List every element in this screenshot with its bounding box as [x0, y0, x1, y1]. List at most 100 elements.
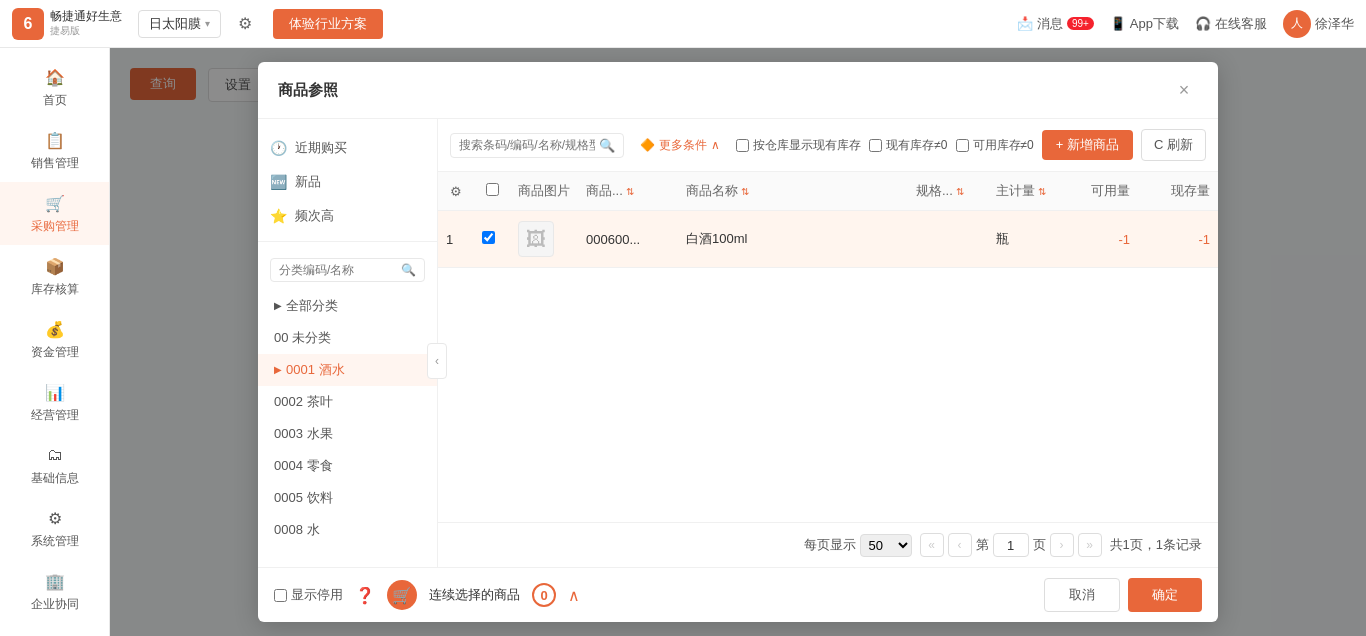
th-unit[interactable]: 主计量 ⇅ — [988, 172, 1058, 211]
prev-page-button[interactable]: ‹ — [948, 533, 972, 557]
category-label-0001: 0001 酒水 — [286, 361, 345, 379]
mobile-icon: 📱 — [1110, 16, 1126, 31]
sidebar-item-purchase[interactable]: 🛒 采购管理 — [0, 182, 109, 245]
product-search-input[interactable] — [459, 138, 595, 152]
frequent-nav-icon: ⭐ — [270, 208, 287, 224]
row-checkbox-0[interactable] — [474, 211, 510, 268]
sidebar-item-home[interactable]: 🏠 首页 — [0, 56, 109, 119]
online-service-item[interactable]: 🎧 在线客服 — [1195, 15, 1267, 33]
add-product-button[interactable]: + 新增商品 — [1042, 130, 1133, 160]
product-thumb-0: 🖼 — [518, 221, 554, 257]
app-download-item[interactable]: 📱 App下载 — [1110, 15, 1179, 33]
close-button[interactable]: × — [1170, 76, 1198, 104]
category-item-0001[interactable]: ▶ 0001 酒水 — [258, 354, 437, 386]
help-icon[interactable]: ❓ — [355, 586, 375, 605]
table-row[interactable]: 1 🖼 000600... 白酒100ml 瓶 -1 -1 — [438, 211, 1218, 268]
logo-icon: 6 — [12, 8, 44, 40]
category-label-0004: 0004 零食 — [274, 457, 333, 475]
th-checkbox[interactable] — [474, 172, 510, 211]
sort-name-icon: ⇅ — [741, 186, 749, 197]
category-item-0008[interactable]: 0008 水 — [258, 514, 437, 546]
category-item-0002[interactable]: 0002 茶叶 — [258, 386, 437, 418]
modal-title: 商品参照 — [278, 81, 338, 100]
sidebar-item-enterprise[interactable]: 🏢 企业协同 — [0, 560, 109, 623]
user-item[interactable]: 人 徐泽华 — [1283, 10, 1354, 38]
logo-area: 6 畅捷通好生意 捷易版 — [12, 8, 122, 40]
available-nonzero-checkbox[interactable]: 可用库存≠0 — [956, 137, 1034, 154]
modal-toolbar: 🔍 🔶 更多条件 ∧ 按仓库显示现有库存 — [438, 119, 1218, 172]
page-nav: « ‹ 第 页 › » — [920, 533, 1102, 557]
category-item-0004[interactable]: 0004 零食 — [258, 450, 437, 482]
category-search-input[interactable] — [279, 263, 397, 277]
left-nav-new[interactable]: 🆕 新品 — [258, 165, 437, 199]
confirm-button[interactable]: 确定 — [1128, 578, 1202, 612]
th-code[interactable]: 商品... ⇅ — [578, 172, 678, 211]
expand-icon: ▶ — [274, 364, 282, 375]
stock-nonzero-checkbox[interactable]: 现有库存≠0 — [869, 137, 947, 154]
cart-icon[interactable]: 🛒 — [387, 580, 417, 610]
avatar: 人 — [1283, 10, 1311, 38]
sidebar-label-home: 首页 — [43, 92, 67, 109]
left-nav-recent[interactable]: 🕐 近期购买 — [258, 131, 437, 165]
sort-code-icon: ⇅ — [626, 186, 634, 197]
page-size-dropdown[interactable]: 50 10 20 100 — [860, 534, 912, 557]
sidebar-item-business[interactable]: 📊 经营管理 — [0, 371, 109, 434]
main-content: 查询 设置 刷新 商品参照 × 🕐 近期购买 🆕 新品 — [110, 48, 1366, 636]
message-item[interactable]: 📩 消息 99+ — [1017, 15, 1094, 33]
nav-cta-button[interactable]: 体验行业方案 — [273, 9, 383, 39]
th-available: 可用量 — [1058, 172, 1138, 211]
app-layout: 🏠 首页 📋 销售管理 🛒 采购管理 📦 库存核算 💰 资金管理 📊 经营管理 … — [0, 48, 1366, 636]
filter-button[interactable]: 🔶 更多条件 ∧ — [632, 133, 728, 158]
category-label-00: 00 未分类 — [274, 329, 331, 347]
page-size-select[interactable]: 每页显示 50 10 20 100 — [804, 534, 912, 557]
category-item-00[interactable]: 00 未分类 — [258, 322, 437, 354]
page-input[interactable] — [993, 533, 1029, 557]
table-header-row: ⚙ 商品图片 商品... ⇅ — [438, 172, 1218, 211]
category-search-box[interactable]: 🔍 — [270, 258, 425, 282]
category-label-all: 全部分类 — [286, 297, 338, 315]
left-nav-label-new: 新品 — [295, 173, 321, 191]
sidebar-item-system[interactable]: ⚙ 系统管理 — [0, 497, 109, 560]
toolbar-refresh-button[interactable]: C 刷新 — [1141, 129, 1206, 161]
category-label-0010: 0010 家电 — [274, 553, 333, 555]
cart-label: 连续选择的商品 — [429, 586, 520, 604]
modal-overlay: 商品参照 × 🕐 近期购买 🆕 新品 ⭐ 频次高 ‹ — [110, 48, 1366, 636]
row-num-0: 1 — [438, 211, 474, 268]
sidebar-item-sales[interactable]: 📋 销售管理 — [0, 119, 109, 182]
th-name[interactable]: 商品名称 ⇅ — [678, 172, 908, 211]
purchase-icon: 🛒 — [44, 192, 66, 214]
select-all-checkbox[interactable] — [486, 183, 499, 196]
sidebar-item-inventory[interactable]: 📦 库存核算 — [0, 245, 109, 308]
finance-icon: 💰 — [44, 318, 66, 340]
row-stock-0: -1 — [1138, 211, 1218, 268]
warehouse-checkbox[interactable]: 按仓库显示现有库存 — [736, 137, 861, 154]
left-nav-label-frequent: 频次高 — [295, 207, 334, 225]
sidebar-item-finance[interactable]: 💰 资金管理 — [0, 308, 109, 371]
nav-selector[interactable]: 日太阳膜 ▾ — [138, 10, 221, 38]
product-search-icon: 🔍 — [599, 138, 615, 153]
collapse-panel-button[interactable]: ‹ — [427, 343, 447, 379]
sidebar-item-basic[interactable]: 🗂 基础信息 — [0, 434, 109, 497]
category-item-all[interactable]: ▶全部分类 — [258, 290, 437, 322]
page-unit: 页 — [1033, 536, 1046, 554]
row-available-0: -1 — [1058, 211, 1138, 268]
show-disabled-checkbox[interactable]: 显示停用 — [274, 586, 343, 604]
gear-icon[interactable]: ⚙ — [229, 8, 261, 40]
first-page-button[interactable]: « — [920, 533, 944, 557]
sidebar-label-purchase: 采购管理 — [31, 218, 79, 235]
category-item-0005[interactable]: 0005 饮料 — [258, 482, 437, 514]
category-item-0003[interactable]: 0003 水果 — [258, 418, 437, 450]
product-search-wrap[interactable]: 🔍 — [450, 133, 624, 158]
last-page-button[interactable]: » — [1078, 533, 1102, 557]
filter-arrow-icon: ∧ — [711, 138, 720, 152]
category-label-0008: 0008 水 — [274, 521, 320, 539]
th-spec[interactable]: 规格... ⇅ — [908, 172, 988, 211]
th-settings[interactable]: ⚙ — [438, 172, 474, 211]
footer-left: 显示停用 — [274, 586, 343, 604]
next-page-button[interactable]: › — [1050, 533, 1074, 557]
collapse-footer-button[interactable]: ∧ — [568, 586, 580, 605]
category-item-0010[interactable]: 0010 家电 — [258, 546, 437, 555]
cancel-button[interactable]: 取消 — [1044, 578, 1120, 612]
left-nav-frequent[interactable]: ⭐ 频次高 — [258, 199, 437, 233]
sidebar-item-guide[interactable]: 📖 新手引导 — [0, 623, 109, 636]
